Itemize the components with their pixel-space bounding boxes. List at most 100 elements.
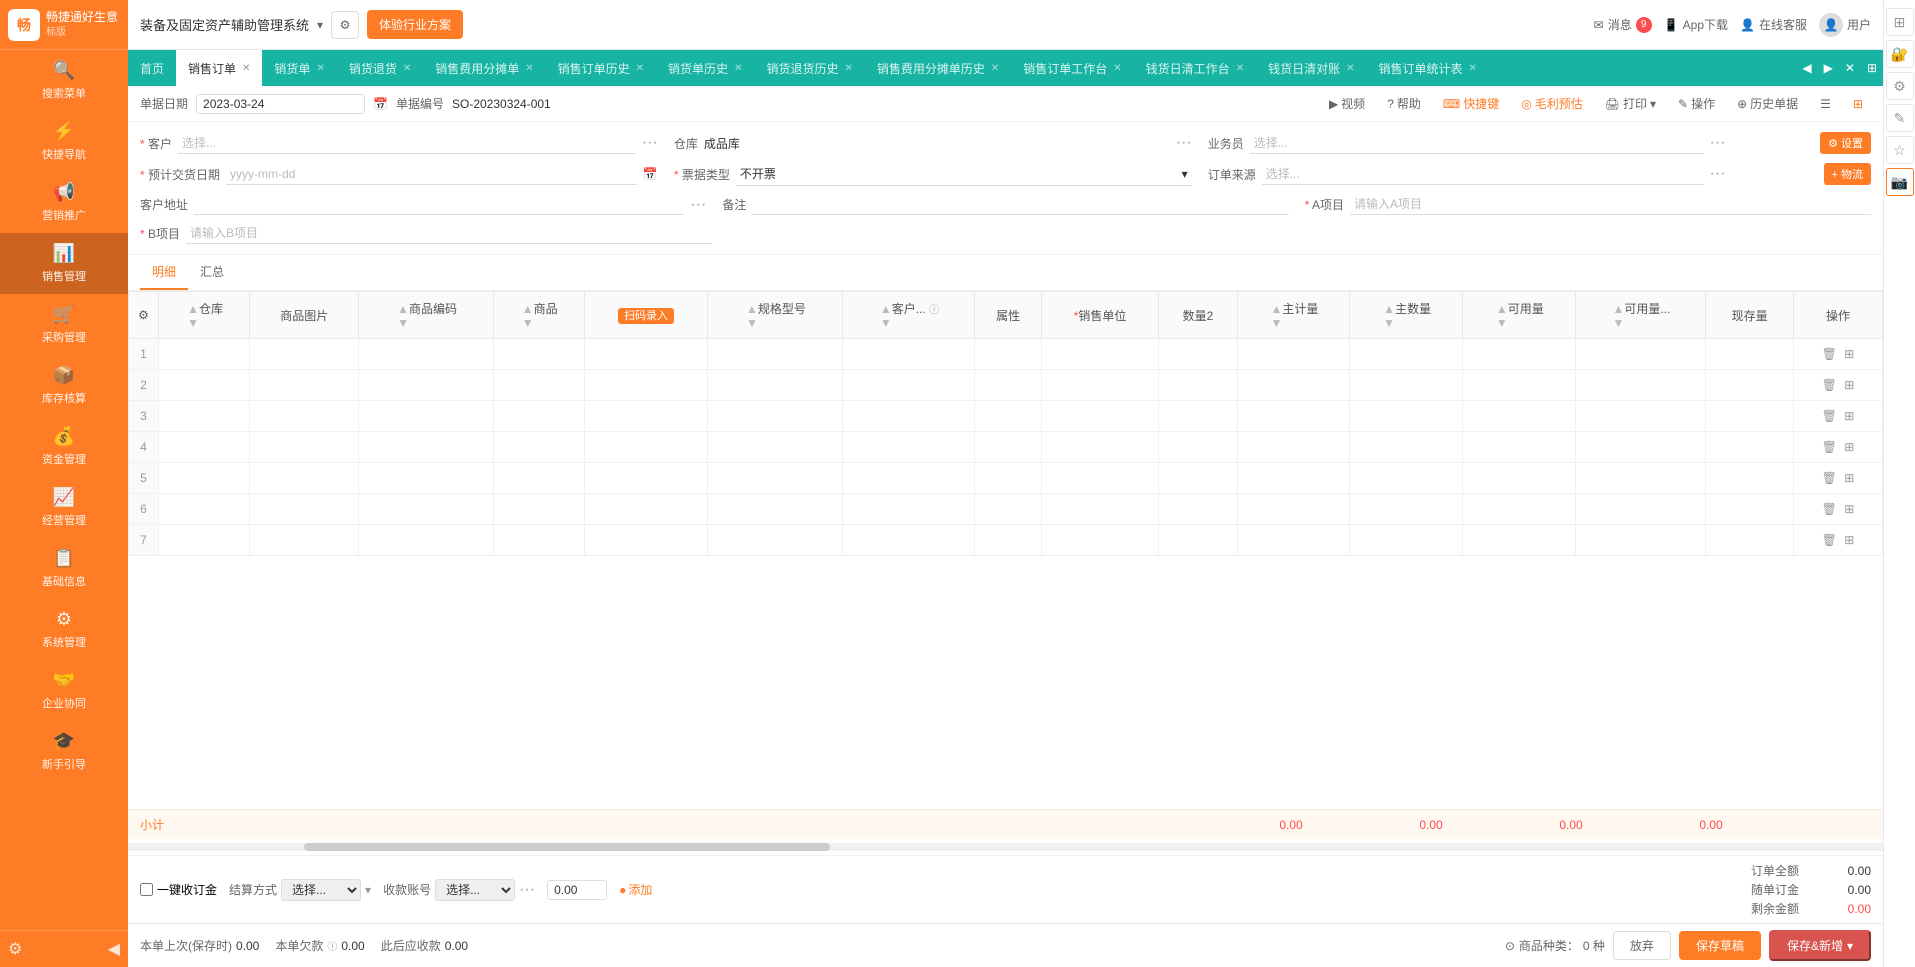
cell-data[interactable]	[359, 339, 493, 370]
cell-data[interactable]	[1041, 432, 1159, 463]
cell-data[interactable]	[1706, 463, 1794, 494]
help-btn[interactable]: ? 帮助	[1379, 92, 1429, 115]
cell-data[interactable]	[359, 463, 493, 494]
right-panel-btn-2[interactable]: 🔐	[1886, 40, 1914, 68]
tab-sales-stats[interactable]: 销售订单统计表 ✕	[1366, 50, 1488, 86]
cell-data[interactable]	[1350, 432, 1463, 463]
cell-data[interactable]	[1159, 432, 1237, 463]
layout-list-btn[interactable]: ☰	[1812, 94, 1839, 114]
print-btn[interactable]: 🖨 打印 ▾	[1597, 92, 1664, 115]
right-panel-btn-4[interactable]: ✎	[1886, 104, 1914, 132]
cell-data[interactable]	[1706, 525, 1794, 556]
tab-daily-workbench[interactable]: 钱货日清工作台 ✕	[1134, 50, 1256, 86]
cell-data[interactable]	[1237, 494, 1350, 525]
online-service-btn[interactable]: 👤 在线客服	[1740, 16, 1807, 33]
cell-data[interactable]	[584, 401, 708, 432]
save-draft-btn[interactable]: 保存草稿	[1679, 931, 1761, 960]
account-more-btn[interactable]: ···	[519, 882, 535, 898]
sidebar-item-quick-nav[interactable]: ⚡ 快捷导航	[0, 111, 128, 172]
cell-data[interactable]	[1350, 494, 1463, 525]
tab-sales-return[interactable]: 销货退货 ✕	[337, 50, 423, 86]
cell-data[interactable]	[584, 339, 708, 370]
warehouse-more-btn[interactable]: ···	[1176, 135, 1192, 151]
cell-data[interactable]	[708, 401, 842, 432]
b-project-input[interactable]	[186, 223, 712, 244]
cell-data[interactable]	[975, 525, 1041, 556]
history-btn[interactable]: ⊕ 历史单据	[1729, 92, 1806, 115]
dropdown-arrow[interactable]: ▾	[1847, 939, 1853, 953]
col-main-unit[interactable]: ▲▼主计量	[1237, 292, 1350, 339]
cell-data[interactable]	[250, 401, 359, 432]
discard-btn[interactable]: 放弃	[1613, 931, 1671, 960]
cell-data[interactable]	[159, 463, 250, 494]
cell-data[interactable]	[1237, 339, 1350, 370]
cell-data[interactable]	[159, 494, 250, 525]
add-payment-btn[interactable]: ● 添加	[619, 881, 652, 898]
cell-data[interactable]	[708, 339, 842, 370]
cell-data[interactable]	[1462, 463, 1575, 494]
right-panel-btn-3[interactable]: ⚙	[1886, 72, 1914, 100]
source-input[interactable]	[1262, 164, 1704, 185]
cell-data[interactable]	[1350, 370, 1463, 401]
tab-close-icon[interactable]: ✕	[403, 63, 411, 74]
col-code[interactable]: ▲▼商品编码	[359, 292, 493, 339]
cell-data[interactable]	[584, 432, 708, 463]
cell-data[interactable]	[842, 370, 975, 401]
copy-icon[interactable]: ⊞	[1842, 531, 1856, 549]
sidebar-item-marketing[interactable]: 📢 营销推广	[0, 172, 128, 233]
cell-data[interactable]	[1237, 432, 1350, 463]
cell-data[interactable]	[842, 463, 975, 494]
cell-data[interactable]	[1237, 370, 1350, 401]
cell-data[interactable]	[493, 401, 584, 432]
cell-data[interactable]	[975, 432, 1041, 463]
copy-icon[interactable]: ⊞	[1842, 438, 1856, 456]
cell-data[interactable]	[359, 525, 493, 556]
account-select[interactable]: 选择...	[435, 879, 515, 901]
cell-data[interactable]	[159, 370, 250, 401]
cell-data[interactable]	[159, 432, 250, 463]
cell-data[interactable]	[708, 432, 842, 463]
layout-grid-btn[interactable]: ⊞	[1845, 94, 1871, 114]
cell-data[interactable]	[1575, 370, 1706, 401]
col-product[interactable]: ▲▼商品	[493, 292, 584, 339]
scrollbar-thumb[interactable]	[304, 843, 831, 851]
tab-close-icon[interactable]: ✕	[316, 63, 324, 74]
cell-data[interactable]	[250, 370, 359, 401]
delete-icon[interactable]: 🗑	[1820, 531, 1839, 549]
deposit-checkbox[interactable]	[140, 883, 153, 896]
delete-icon[interactable]: 🗑	[1820, 345, 1839, 363]
cell-data[interactable]	[708, 494, 842, 525]
tab-close-icon[interactable]: ✕	[844, 63, 852, 74]
copy-icon[interactable]: ⊞	[1842, 345, 1856, 363]
cell-data[interactable]	[1462, 339, 1575, 370]
cell-data[interactable]	[1706, 370, 1794, 401]
copy-icon[interactable]: ⊞	[1842, 500, 1856, 518]
tab-invoice-history[interactable]: 销货单历史 ✕	[656, 50, 754, 86]
cell-data[interactable]	[1237, 525, 1350, 556]
cell-data[interactable]	[584, 463, 708, 494]
delete-icon[interactable]: 🗑	[1820, 500, 1839, 518]
cell-data[interactable]	[975, 339, 1041, 370]
tab-daily-reconcile[interactable]: 钱货日清对账 ✕	[1256, 50, 1366, 86]
sidebar-item-enterprise[interactable]: 🤝 企业协同	[0, 660, 128, 721]
app-download-btn[interactable]: 📱 App下载	[1664, 16, 1728, 33]
tab-home[interactable]: 首页	[128, 50, 176, 86]
cell-data[interactable]	[842, 401, 975, 432]
horizontal-scrollbar[interactable]	[128, 843, 1883, 851]
cell-data[interactable]	[1237, 401, 1350, 432]
cell-data[interactable]	[842, 339, 975, 370]
customer-input[interactable]	[178, 133, 636, 154]
staff-input[interactable]	[1250, 133, 1704, 154]
tab-close-icon[interactable]: ✕	[1236, 63, 1244, 74]
settings-btn[interactable]: ⚙ 设置	[1820, 132, 1871, 154]
tab-detail[interactable]: 明细	[140, 255, 188, 290]
cell-data[interactable]	[359, 494, 493, 525]
message-btn[interactable]: ✉ 消息 9	[1594, 16, 1652, 33]
cell-data[interactable]	[359, 432, 493, 463]
cell-data[interactable]	[842, 432, 975, 463]
tab-expand-btn[interactable]: ⊞	[1861, 50, 1883, 86]
tab-sales-order[interactable]: 销售订单 ✕	[176, 50, 262, 86]
tab-next-btn[interactable]: ▶	[1818, 50, 1839, 86]
customer-more-btn[interactable]: ···	[642, 135, 658, 151]
cell-data[interactable]	[1159, 370, 1237, 401]
